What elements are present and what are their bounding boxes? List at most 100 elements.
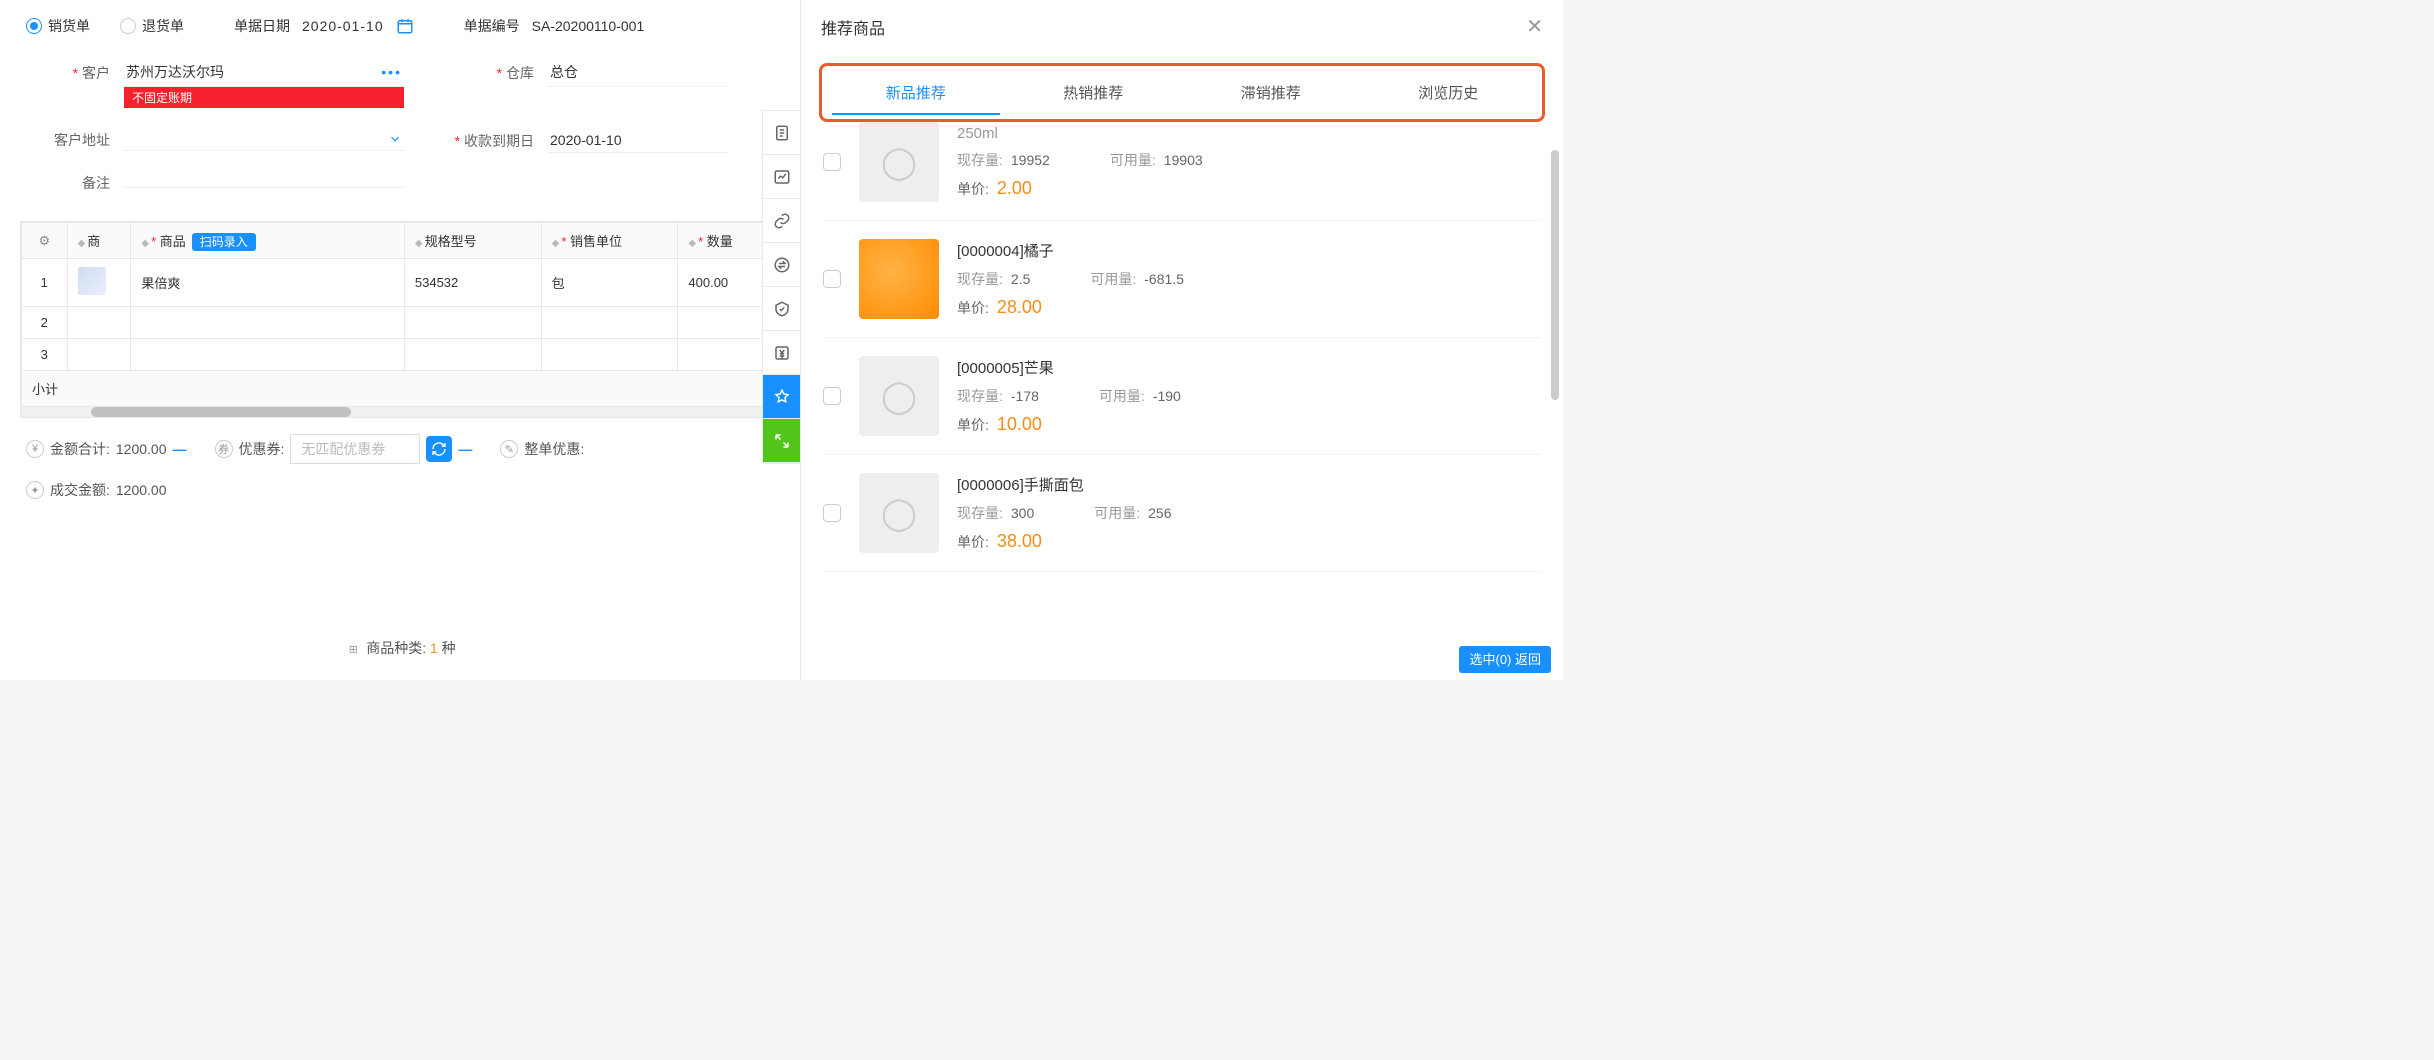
doc-date-label: 单据日期 bbox=[234, 16, 290, 36]
rp-item[interactable]: ◯ [0000006]手撕面包现存量: 300 可用量: 256 单价: 38.00 bbox=[823, 455, 1541, 572]
rp-selected-button[interactable]: 选中(0) 返回 bbox=[1459, 646, 1551, 673]
row-index: 2 bbox=[22, 307, 68, 339]
rp-stock-value: 2.5 bbox=[1011, 271, 1030, 287]
gear-icon[interactable]: ⚙ bbox=[38, 233, 50, 248]
side-star-icon[interactable] bbox=[763, 375, 800, 419]
row-product[interactable] bbox=[131, 339, 405, 371]
row-product[interactable]: 果倍爽 bbox=[131, 259, 405, 307]
kinds-value: 1 bbox=[430, 640, 438, 656]
kinds-label: 商品种类: bbox=[366, 640, 426, 656]
scan-button[interactable]: 扫码录入 bbox=[192, 233, 256, 251]
chevron-down-icon[interactable] bbox=[388, 132, 402, 146]
kinds-icon: ⊞ bbox=[344, 640, 362, 658]
rp-avail-value: 256 bbox=[1148, 505, 1171, 521]
row-spec[interactable]: 534532 bbox=[404, 259, 541, 307]
rp-item[interactable]: [0000004]橘子现存量:2.5可用量:-681.5单价:28.00 bbox=[823, 221, 1541, 338]
rp-avail-value: 19903 bbox=[1164, 152, 1203, 168]
col-merchant[interactable]: 商 bbox=[87, 234, 100, 249]
rp-item-name: 250ml bbox=[957, 125, 1541, 142]
radio-icon bbox=[120, 18, 136, 34]
rp-avail-label: 可用量: bbox=[1110, 152, 1156, 168]
dash-icon: — bbox=[173, 441, 187, 457]
side-link-icon[interactable] bbox=[763, 199, 800, 243]
deal-label: 成交金额: bbox=[50, 480, 110, 500]
rp-checkbox[interactable] bbox=[823, 153, 841, 171]
customer-value[interactable]: 苏州万达沃尔玛 bbox=[126, 62, 224, 82]
row-index: 1 bbox=[22, 259, 68, 307]
coupon-input[interactable]: 无匹配优惠券 bbox=[290, 434, 420, 464]
col-qty[interactable]: 数量 bbox=[707, 234, 733, 249]
warehouse-label: 仓库 bbox=[444, 63, 534, 83]
rp-tab-2[interactable]: 滞销推荐 bbox=[1187, 72, 1355, 113]
warehouse-value[interactable]: 总仓 bbox=[550, 62, 578, 82]
rp-price-label: 单价: bbox=[957, 181, 989, 197]
rp-stock-value: 300 bbox=[1011, 505, 1034, 521]
table-row[interactable]: 2 bbox=[22, 307, 781, 339]
rp-avail-label: 可用量: bbox=[1094, 505, 1140, 521]
col-unit[interactable]: 销售单位 bbox=[570, 234, 622, 249]
row-unit[interactable] bbox=[541, 339, 678, 371]
table-row[interactable]: 1果倍爽534532包400.00 bbox=[22, 259, 781, 307]
rp-stock-value: 19952 bbox=[1011, 152, 1050, 168]
row-unit[interactable]: 包 bbox=[541, 259, 678, 307]
rp-price-label: 单价: bbox=[957, 300, 989, 316]
rp-item-image: ◯ bbox=[859, 122, 939, 202]
row-spec[interactable] bbox=[404, 307, 541, 339]
table-hscrollbar[interactable] bbox=[21, 407, 779, 417]
doc-date-value[interactable]: 2020-01-10 bbox=[302, 18, 384, 34]
table-row[interactable]: 3 bbox=[22, 339, 781, 371]
doc-no-value: SA-20200110-001 bbox=[532, 18, 645, 34]
rp-item-name: [0000005]芒果 bbox=[957, 357, 1541, 378]
side-money-icon[interactable] bbox=[763, 331, 800, 375]
rp-stock-value: -178 bbox=[1011, 388, 1039, 404]
refresh-button[interactable] bbox=[426, 436, 452, 462]
rp-price-value: 10.00 bbox=[997, 414, 1042, 434]
rp-item-name: [0000004]橘子 bbox=[957, 240, 1541, 261]
row-product[interactable] bbox=[131, 307, 405, 339]
kinds-unit: 种 bbox=[442, 640, 456, 656]
order-type-return[interactable]: 退货单 bbox=[120, 16, 184, 36]
customer-more-icon[interactable]: ••• bbox=[381, 64, 402, 80]
rp-item-image: ◯ bbox=[859, 356, 939, 436]
rp-tab-3[interactable]: 浏览历史 bbox=[1365, 72, 1533, 113]
side-swap-icon[interactable] bbox=[763, 243, 800, 287]
rp-tab-0[interactable]: 新品推荐 bbox=[832, 72, 1000, 115]
rp-checkbox[interactable] bbox=[823, 504, 841, 522]
remark-label: 备注 bbox=[20, 173, 110, 193]
calendar-icon[interactable] bbox=[396, 17, 414, 35]
discount-icon: ✎ bbox=[500, 440, 518, 458]
close-icon[interactable]: ✕ bbox=[1526, 14, 1543, 39]
rp-stock-label: 现存量: bbox=[957, 388, 1003, 404]
rp-checkbox[interactable] bbox=[823, 270, 841, 288]
doc-no-label: 单据编号 bbox=[464, 16, 520, 36]
rp-item[interactable]: ◯250ml现存量:19952可用量:19903单价:2.00 bbox=[823, 122, 1541, 221]
rp-stock-label: 现存量: bbox=[957, 505, 1003, 521]
deal-value: 1200.00 bbox=[116, 482, 167, 498]
customer-badge: 不固定账期 bbox=[124, 87, 404, 108]
side-chart-icon[interactable] bbox=[763, 155, 800, 199]
duedate-value[interactable]: 2020-01-10 bbox=[550, 132, 622, 148]
coupon-icon: 券 bbox=[215, 440, 233, 458]
total-label: 金额合计: bbox=[50, 439, 110, 459]
order-type-sales[interactable]: 销货单 bbox=[26, 16, 90, 36]
rp-price-value: 2.00 bbox=[997, 178, 1032, 198]
rp-item-name: [0000006]手撕面包 bbox=[957, 474, 1541, 495]
col-product[interactable]: 商品 bbox=[160, 234, 186, 249]
rp-avail-value: -190 bbox=[1153, 388, 1181, 404]
rp-item[interactable]: ◯[0000005]芒果现存量:-178可用量:-190单价:10.00 bbox=[823, 338, 1541, 455]
side-qc-icon[interactable] bbox=[763, 287, 800, 331]
rp-price-value: 38.00 bbox=[997, 531, 1042, 551]
row-spec[interactable] bbox=[404, 339, 541, 371]
rp-tab-1[interactable]: 热销推荐 bbox=[1010, 72, 1178, 113]
row-unit[interactable] bbox=[541, 307, 678, 339]
rp-checkbox[interactable] bbox=[823, 387, 841, 405]
rp-scrollbar[interactable] bbox=[1551, 150, 1559, 400]
col-spec[interactable]: 规格型号 bbox=[425, 234, 477, 249]
rp-price-value: 28.00 bbox=[997, 297, 1042, 317]
rp-price-label: 单价: bbox=[957, 534, 989, 550]
order-type-sales-label: 销货单 bbox=[48, 16, 90, 36]
rp-item-image: ◯ bbox=[859, 473, 939, 553]
custaddr-label: 客户地址 bbox=[20, 130, 110, 150]
side-expand-icon[interactable] bbox=[763, 419, 800, 463]
side-doc-icon[interactable] bbox=[763, 111, 800, 155]
